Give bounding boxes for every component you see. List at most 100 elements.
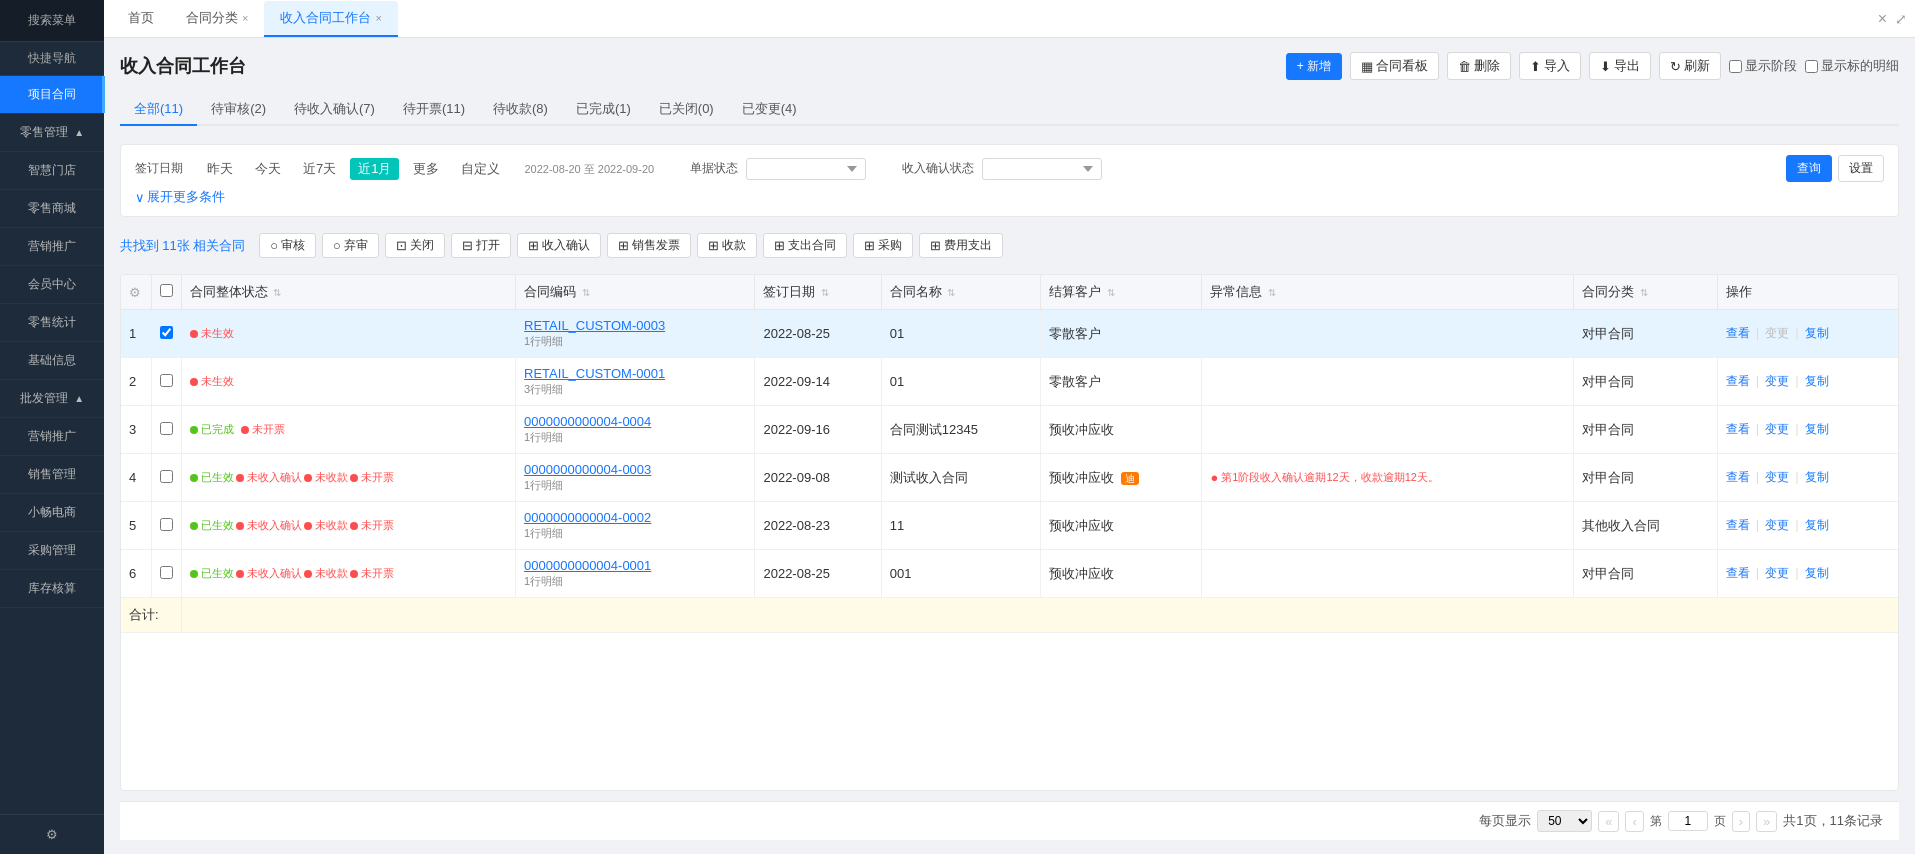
status-tab-pending-review[interactable]: 待审核(2)	[197, 94, 280, 126]
status-tab-closed[interactable]: 已关闭(0)	[645, 94, 728, 126]
row-checkbox[interactable]	[151, 502, 181, 550]
import-btn[interactable]: ⬆ 导入	[1519, 52, 1581, 80]
next-page-btn[interactable]: ›	[1732, 811, 1750, 832]
contract-link[interactable]: 0000000000004-0001	[524, 558, 651, 573]
action-copy[interactable]: 复制	[1805, 373, 1829, 390]
sidebar-item-member-center[interactable]: 会员中心	[0, 266, 104, 304]
last-page-btn[interactable]: »	[1756, 811, 1777, 832]
action-copy[interactable]: 复制	[1805, 565, 1829, 582]
status-tab-pending-invoice[interactable]: 待开票(11)	[389, 94, 479, 126]
date-btn-1month[interactable]: 近1月	[350, 158, 399, 180]
action-copy[interactable]: 复制	[1805, 517, 1829, 534]
contract-link[interactable]: RETAIL_CUSTOM-0003	[524, 318, 665, 333]
status-tab-completed[interactable]: 已完成(1)	[562, 94, 645, 126]
expense-out-btn[interactable]: ⊞ 费用支出	[919, 233, 1003, 258]
first-page-btn[interactable]: «	[1598, 811, 1619, 832]
sidebar-item-project-contract[interactable]: 项目合同	[0, 76, 104, 114]
status-tab-pending-payment[interactable]: 待收款(8)	[479, 94, 562, 126]
date-btn-more[interactable]: 更多	[405, 158, 447, 180]
page-input[interactable]	[1668, 811, 1708, 831]
contract-link[interactable]: RETAIL_CUSTOM-0001	[524, 366, 665, 381]
new-btn[interactable]: + 新增	[1286, 53, 1342, 80]
export-btn[interactable]: ⬇ 导出	[1589, 52, 1651, 80]
sidebar-item-retail-mgmt[interactable]: 零售管理 ▲	[0, 114, 104, 152]
action-change[interactable]: 变更	[1765, 565, 1789, 582]
contract-board-btn[interactable]: ▦ 合同看板	[1350, 52, 1439, 80]
row-checkbox[interactable]	[151, 550, 181, 598]
query-btn[interactable]: 查询	[1786, 155, 1832, 182]
tab-close-contract-category[interactable]: ×	[242, 12, 248, 24]
delete-btn[interactable]: 🗑 删除	[1447, 52, 1511, 80]
date-btn-7days[interactable]: 近7天	[295, 158, 344, 180]
action-view[interactable]: 查看	[1726, 325, 1750, 342]
action-change[interactable]: 变更	[1765, 517, 1789, 534]
tab-close-income-contract[interactable]: ×	[375, 12, 381, 24]
action-view[interactable]: 查看	[1726, 373, 1750, 390]
action-change[interactable]: 变更	[1765, 325, 1789, 342]
action-change[interactable]: 变更	[1765, 421, 1789, 438]
review-btn[interactable]: ○ 审核	[259, 233, 316, 258]
sidebar-item-retail-commerce[interactable]: 零售商城	[0, 190, 104, 228]
page-size-select[interactable]: 10 20 50 100	[1537, 810, 1592, 832]
sidebar-item-smart-store[interactable]: 智慧门店	[0, 152, 104, 190]
sidebar-item-wholesale-mgmt[interactable]: 批发管理 ▲	[0, 380, 104, 418]
status-tab-all[interactable]: 全部(11)	[120, 94, 197, 126]
row-checkbox[interactable]	[151, 358, 181, 406]
sidebar-nav[interactable]: 快捷导航	[0, 42, 104, 76]
close-btn[interactable]: ⊡ 关闭	[385, 233, 445, 258]
action-copy[interactable]: 复制	[1805, 421, 1829, 438]
payment-btn[interactable]: ⊞ 收款	[697, 233, 757, 258]
contract-link[interactable]: 0000000000004-0003	[524, 462, 651, 477]
row-checkbox[interactable]	[151, 406, 181, 454]
show-fields-checkbox[interactable]: 显示阶段	[1729, 57, 1797, 75]
date-btn-today[interactable]: 今天	[247, 158, 289, 180]
purchase-btn[interactable]: ⊞ 采购	[853, 233, 913, 258]
action-copy[interactable]: 复制	[1805, 469, 1829, 486]
contract-link[interactable]: 0000000000004-0002	[524, 510, 651, 525]
action-view[interactable]: 查看	[1726, 565, 1750, 582]
sidebar-settings[interactable]: ⚙	[0, 814, 104, 854]
window-close-icon[interactable]: ×	[1878, 10, 1887, 28]
date-btn-yesterday[interactable]: 昨天	[199, 158, 241, 180]
contract-link[interactable]: 0000000000004-0004	[524, 414, 651, 429]
tab-home[interactable]: 首页	[112, 1, 170, 37]
prev-page-btn[interactable]: ‹	[1625, 811, 1643, 832]
show-details-checkbox[interactable]: 显示标的明细	[1805, 57, 1899, 75]
date-btn-custom[interactable]: 自定义	[453, 158, 508, 180]
sidebar-item-xiaochangec[interactable]: 小畅电商	[0, 494, 104, 532]
action-copy[interactable]: 复制	[1805, 325, 1829, 342]
income-confirm-btn[interactable]: ⊞ 收入确认	[517, 233, 601, 258]
tab-contract-category[interactable]: 合同分类 ×	[170, 1, 264, 37]
action-view[interactable]: 查看	[1726, 421, 1750, 438]
row-checkbox[interactable]	[151, 310, 181, 358]
open-btn[interactable]: ⊟ 打开	[451, 233, 511, 258]
sidebar-item-purchase-mgmt[interactable]: 采购管理	[0, 532, 104, 570]
expense-contract-btn[interactable]: ⊞ 支出合同	[763, 233, 847, 258]
sidebar-item-sales-mgmt[interactable]: 销售管理	[0, 456, 104, 494]
action-change[interactable]: 变更	[1765, 469, 1789, 486]
status-tab-changed[interactable]: 已变更(4)	[728, 94, 811, 126]
sidebar-item-marketing[interactable]: 营销推广	[0, 228, 104, 266]
settings-btn[interactable]: 设置	[1838, 155, 1884, 182]
abandon-review-btn[interactable]: ○ 弃审	[322, 233, 379, 258]
tab-income-contract[interactable]: 收入合同工作台 ×	[264, 1, 397, 37]
col-settings[interactable]: ⚙	[121, 275, 151, 310]
sidebar-item-basic-info[interactable]: 基础信息	[0, 342, 104, 380]
sidebar-search[interactable]: 搜索菜单	[0, 0, 104, 42]
action-view[interactable]: 查看	[1726, 469, 1750, 486]
refresh-icon: ↻	[1670, 59, 1681, 74]
doc-status-select[interactable]	[746, 158, 866, 180]
window-resize-icon[interactable]: ⤢	[1895, 11, 1907, 27]
sales-invoice-btn[interactable]: ⊞ 销售发票	[607, 233, 691, 258]
filter-expand[interactable]: ∨ 展开更多条件	[135, 188, 1884, 206]
status-tab-pending-confirm[interactable]: 待收入确认(7)	[280, 94, 389, 126]
action-view[interactable]: 查看	[1726, 517, 1750, 534]
income-confirm-select[interactable]	[982, 158, 1102, 180]
action-change[interactable]: 变更	[1765, 373, 1789, 390]
sidebar-item-marketing2[interactable]: 营销推广	[0, 418, 104, 456]
refresh-btn[interactable]: ↻ 刷新	[1659, 52, 1721, 80]
col-checkbox[interactable]	[151, 275, 181, 310]
sidebar-item-inventory[interactable]: 库存核算	[0, 570, 104, 608]
row-checkbox[interactable]	[151, 454, 181, 502]
sidebar-item-retail-stats[interactable]: 零售统计	[0, 304, 104, 342]
